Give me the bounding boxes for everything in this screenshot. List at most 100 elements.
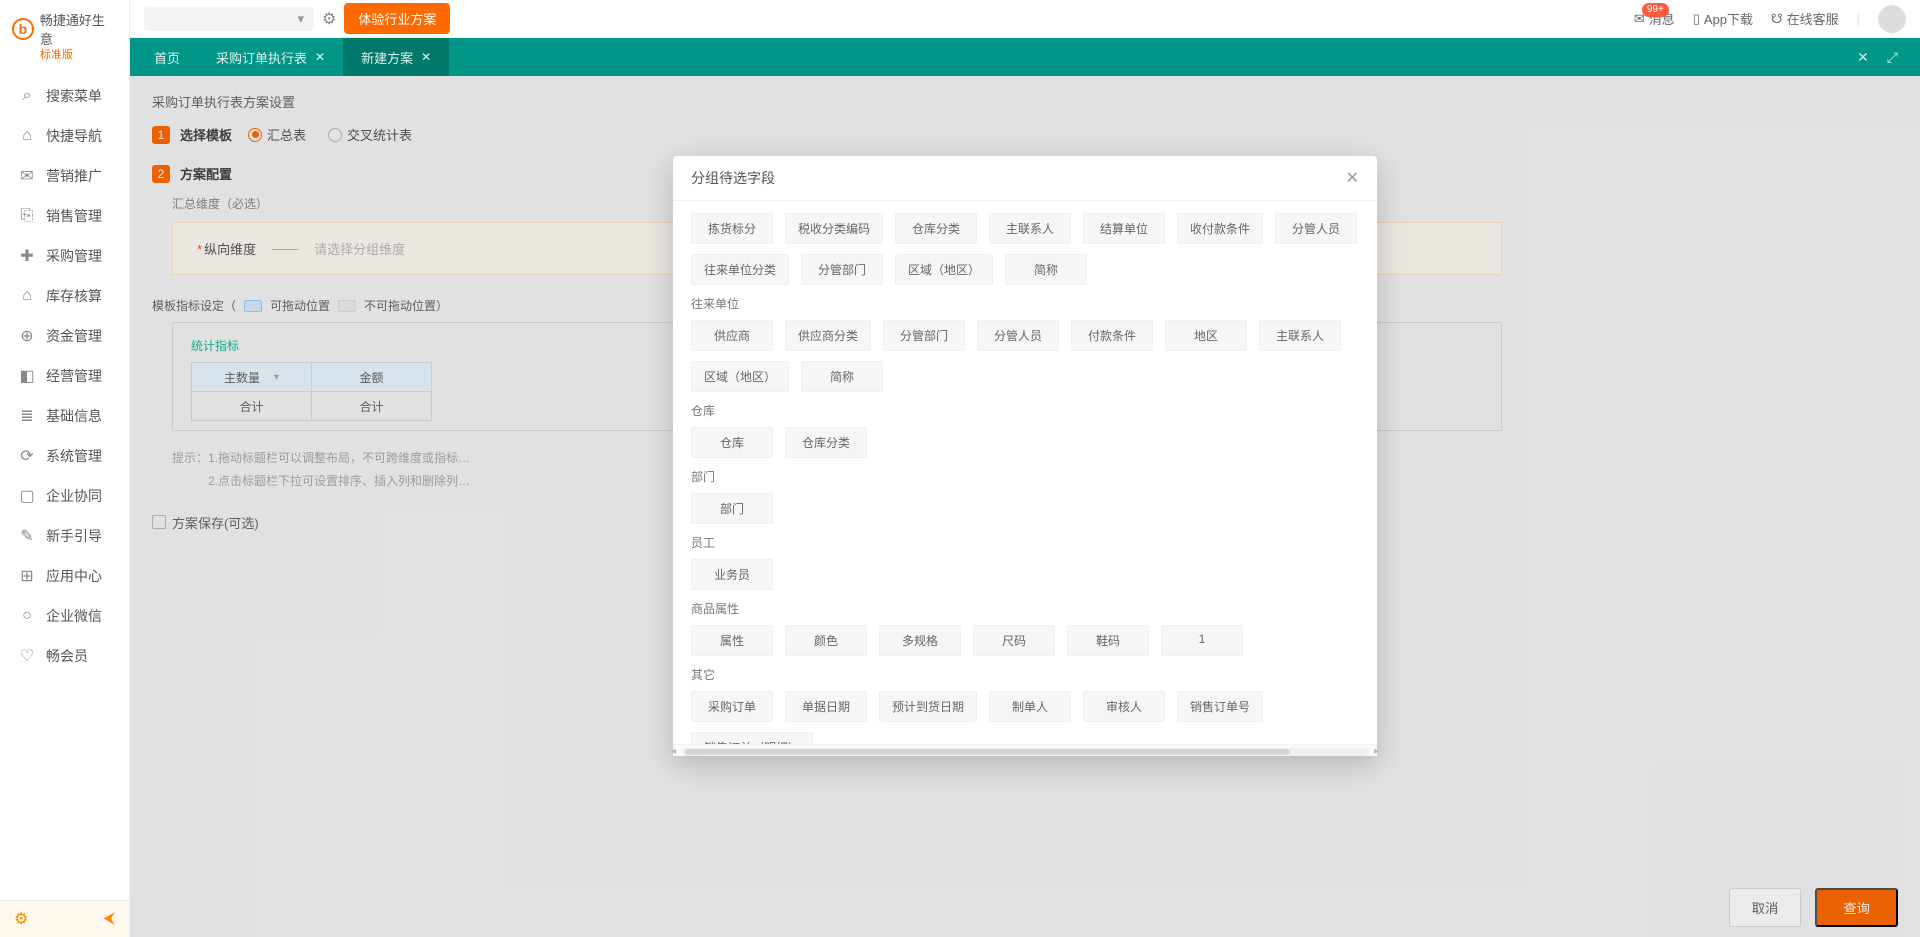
field-chip[interactable]: 往来单位分类 (691, 254, 789, 285)
field-chip[interactable]: 主联系人 (1259, 320, 1341, 351)
field-chip[interactable]: 业务员 (691, 559, 773, 590)
app-download-button[interactable]: ▯ App下载 (1693, 9, 1753, 28)
field-chip[interactable]: 部门 (691, 493, 773, 524)
field-chip[interactable]: 鞋码 (1067, 625, 1149, 656)
sidebar-item[interactable]: ⟳系统管理 (0, 436, 129, 476)
field-chip[interactable]: 税收分类编码 (785, 213, 883, 244)
industry-cta-button[interactable]: 体验行业方案 (344, 3, 450, 34)
sidebar-item[interactable]: ⌂库存核算 (0, 276, 129, 316)
sidebar-item[interactable]: ⊕资金管理 (0, 316, 129, 356)
field-chip[interactable]: 分管人员 (977, 320, 1059, 351)
sidebar-bottom: ⚙ ⮜ (0, 900, 129, 937)
field-chip[interactable]: 属性 (691, 625, 773, 656)
sidebar-item-label: 销售管理 (46, 206, 102, 226)
online-service-button[interactable]: ☋ 在线客服 (1771, 9, 1839, 28)
sidebar: b 畅捷通好生意 标准版 ⌕搜索菜单⌂快捷导航✉营销推广⎘销售管理✚采购管理⌂库… (0, 0, 130, 937)
page-body: 采购订单执行表方案设置 1 选择模板 汇总表 交叉统计表 (130, 76, 1920, 937)
field-chip[interactable]: 预计到货日期 (879, 691, 977, 722)
menu-icon: ≣ (18, 407, 36, 425)
field-chip[interactable]: 拣货标分 (691, 213, 773, 244)
sidebar-item[interactable]: ○企业微信 (0, 596, 129, 636)
field-group: 其它采购订单单据日期预计到货日期制单人审核人销售订单号销售订单（明细） (691, 666, 1359, 744)
brand-edition: 标准版 (40, 46, 117, 62)
field-chip[interactable]: 制单人 (989, 691, 1071, 722)
tab-fullscreen-icon[interactable]: ⤢ (1881, 43, 1904, 72)
tab-label: 首页 (154, 48, 180, 67)
field-chip[interactable]: 区域（地区） (895, 254, 993, 285)
field-chip[interactable]: 尺码 (973, 625, 1055, 656)
field-chip[interactable]: 多规格 (879, 625, 961, 656)
field-chip[interactable]: 1 (1161, 625, 1243, 656)
tenant-selector[interactable]: ▾ (144, 7, 314, 31)
tabs-bar: 首页采购订单执行表✕新建方案✕ ✕ ⤢ (130, 38, 1920, 76)
sidebar-item[interactable]: ♡畅会员 (0, 636, 129, 676)
sidebar-item-label: 经营管理 (46, 366, 102, 386)
side-menu: ⌕搜索菜单 ⌂ 快捷导航 ✉营销推广⎘销售管理✚采购管理⌂库存核算⊕资金管理◧经营管理… (0, 68, 129, 900)
field-chip[interactable]: 颜色 (785, 625, 867, 656)
field-chip[interactable]: 仓库分类 (895, 213, 977, 244)
user-avatar[interactable] (1878, 5, 1906, 33)
tab-close-icon[interactable]: ✕ (421, 50, 431, 64)
field-chip[interactable]: 单据日期 (785, 691, 867, 722)
sidebar-item[interactable]: ✉营销推广 (0, 156, 129, 196)
modal-overlay[interactable]: 分组待选字段 ✕ 拣货标分税收分类编码仓库分类主联系人结算单位收付款条件分管人员… (130, 76, 1920, 937)
menu-icon: ⌂ (18, 127, 36, 145)
modal-close-icon[interactable]: ✕ (1346, 168, 1359, 188)
field-chip[interactable]: 结算单位 (1083, 213, 1165, 244)
divider: | (1857, 11, 1860, 26)
field-chip[interactable]: 分管部门 (883, 320, 965, 351)
field-chip[interactable]: 销售订单号 (1177, 691, 1263, 722)
scroll-right-icon[interactable]: ▸ (1374, 746, 1379, 757)
sidebar-item[interactable]: ⌂ 快捷导航 (0, 116, 129, 156)
tab[interactable]: 首页 (136, 38, 198, 76)
menu-icon: ⌕ (18, 87, 36, 105)
field-chip[interactable]: 付款条件 (1071, 320, 1153, 351)
sidebar-item-label: 营销推广 (46, 166, 102, 186)
topbar: ▾ ⚙ 体验行业方案 ✉ 消息 99+ ▯ App下载 ☋ 在线客服 (130, 0, 1920, 38)
sidebar-item[interactable]: ▢企业协同 (0, 476, 129, 516)
field-chip[interactable]: 审核人 (1083, 691, 1165, 722)
field-chip[interactable]: 简称 (1005, 254, 1087, 285)
field-chip[interactable]: 区域（地区） (691, 361, 789, 392)
field-chip[interactable]: 供应商 (691, 320, 773, 351)
sidebar-item[interactable]: ⎘销售管理 (0, 196, 129, 236)
field-group-title: 其它 (691, 666, 1359, 683)
tab[interactable]: 采购订单执行表✕ (198, 38, 343, 76)
field-chip[interactable]: 分管人员 (1275, 213, 1357, 244)
field-chip[interactable]: 采购订单 (691, 691, 773, 722)
sidebar-item-label: 快捷导航 (46, 126, 102, 146)
sidebar-item[interactable]: ≣ 基础信息 (0, 396, 129, 436)
menu-icon: ♡ (18, 647, 36, 665)
tab[interactable]: 新建方案✕ (343, 38, 449, 76)
field-chip[interactable]: 仓库 (691, 427, 773, 458)
tab-close-icon[interactable]: ✕ (315, 50, 325, 64)
sidebar-item[interactable]: ⌕搜索菜单 (0, 76, 129, 116)
field-chip[interactable]: 地区 (1165, 320, 1247, 351)
field-group: 商品属性属性颜色多规格尺码鞋码1 (691, 600, 1359, 656)
scroll-left-icon[interactable]: ◂ (671, 746, 676, 757)
collapse-icon[interactable]: ⮜ (104, 910, 115, 928)
tab-close-all-icon[interactable]: ✕ (1851, 43, 1875, 72)
sidebar-item[interactable]: ✎新手引导 (0, 516, 129, 556)
modal-title: 分组待选字段 (691, 168, 775, 188)
messages-button[interactable]: ✉ 消息 99+ (1634, 9, 1675, 28)
settings-icon[interactable]: ⚙ (14, 909, 28, 929)
field-chip[interactable]: 仓库分类 (785, 427, 867, 458)
sidebar-item[interactable]: ◧经营管理 (0, 356, 129, 396)
field-chip[interactable]: 供应商分类 (785, 320, 871, 351)
sidebar-item-label: 基础信息 (46, 406, 102, 426)
field-chip[interactable]: 收付款条件 (1177, 213, 1263, 244)
sidebar-item[interactable]: ✚采购管理 (0, 236, 129, 276)
field-group-title: 仓库 (691, 402, 1359, 419)
modal-hscroll[interactable]: ◂ ▸ (673, 744, 1377, 756)
scroll-thumb[interactable] (685, 749, 1290, 755)
tenant-settings-icon[interactable]: ⚙ (322, 9, 336, 29)
field-chip[interactable]: 简称 (801, 361, 883, 392)
sidebar-item-label: 系统管理 (46, 446, 102, 466)
sidebar-item[interactable]: ⊞应用中心 (0, 556, 129, 596)
field-chip[interactable]: 销售订单（明细） (691, 732, 813, 744)
sidebar-item-label: 企业微信 (46, 606, 102, 626)
field-chip[interactable]: 主联系人 (989, 213, 1071, 244)
field-chip[interactable]: 分管部门 (801, 254, 883, 285)
modal-body[interactable]: 拣货标分税收分类编码仓库分类主联系人结算单位收付款条件分管人员往来单位分类分管部… (673, 201, 1377, 744)
